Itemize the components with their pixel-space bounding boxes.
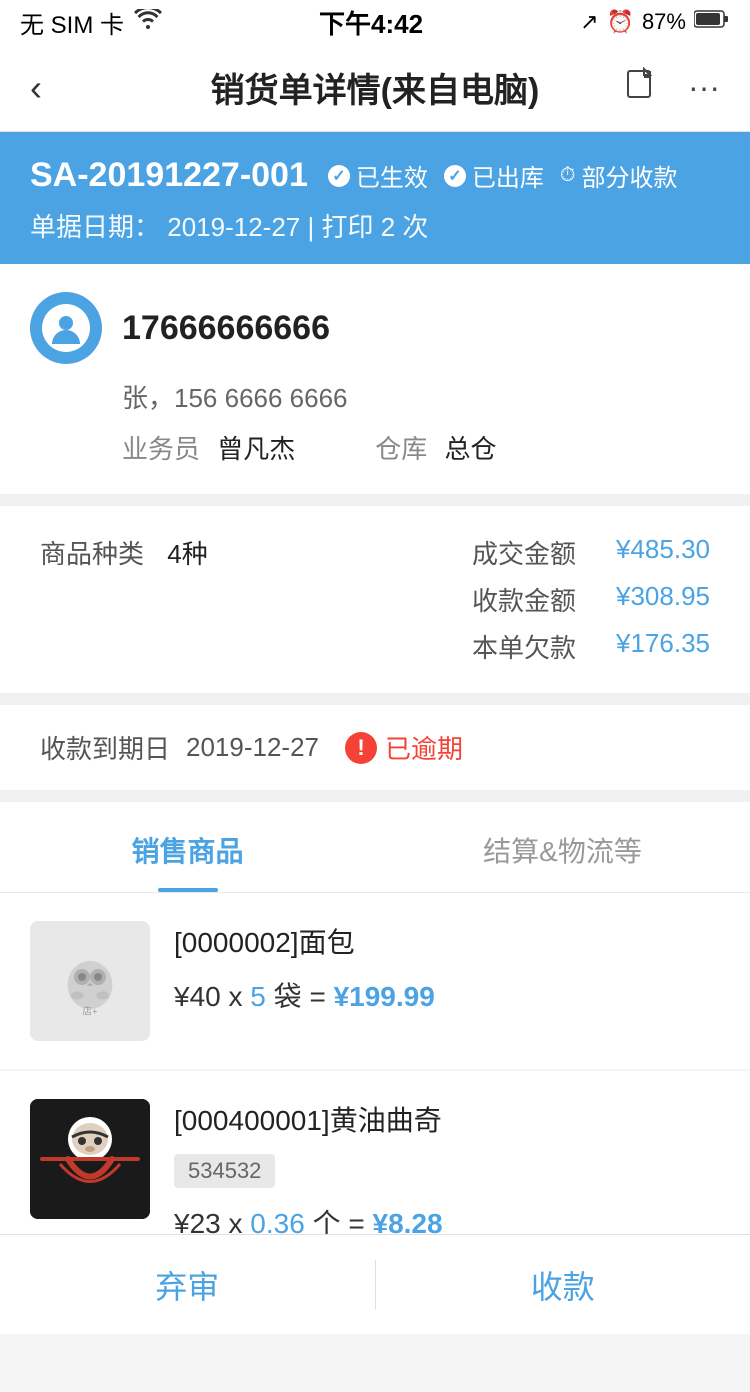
battery-icon — [694, 9, 730, 35]
tab-settlement-label: 结算&物流等 — [483, 836, 642, 867]
nav-right-actions: ··· — [624, 67, 720, 109]
back-button[interactable]: ‹ — [20, 57, 52, 119]
table-row: 店+ [0000002]面包 ¥40 x 5 袋 = ¥199.99 — [0, 893, 750, 1069]
wifi-icon — [134, 8, 162, 36]
separator: | — [307, 212, 321, 242]
avatar — [30, 292, 102, 364]
banner-row-date: 单据日期： 2019-12-27 | 打印 2 次 — [30, 207, 720, 244]
product-name-2: [000400001]黄油曲奇 — [174, 1099, 720, 1139]
overdue-badge: ! 已逾期 — [345, 729, 463, 766]
banner-row-order: SA-20191227-001 ✓ 已生效 ✓ 已出库 ⏱ 部分收款 — [30, 156, 720, 195]
product-thumbnail-1: 店+ — [30, 921, 150, 1041]
price-x-1: x — [229, 981, 251, 1012]
tab-settlement[interactable]: 结算&物流等 — [375, 802, 750, 892]
amount-summary: 成交金额 ¥485.30 收款金额 ¥308.95 本单欠款 ¥176.35 — [472, 534, 710, 665]
overdue-icon: ! — [345, 732, 377, 764]
clock-icon: ⏱ — [560, 164, 576, 187]
order-status-badges: ✓ 已生效 ✓ 已出库 ⏱ 部分收款 — [328, 158, 678, 193]
sales-rep-label: 业务员 — [122, 434, 200, 464]
warehouse-group: 仓库 总仓 — [375, 429, 496, 466]
received-row: 收款金额 ¥308.95 — [472, 581, 710, 618]
print-info: 打印 2 次 — [321, 212, 428, 242]
product-info-2: [000400001]黄油曲奇 534532 ¥23 x 0.36 个 = ¥8… — [174, 1099, 720, 1242]
battery-text: 87% — [642, 9, 686, 35]
debt-value: ¥176.35 — [616, 628, 710, 665]
check-icon-1: ✓ — [328, 165, 350, 187]
product-price-1: ¥40 x 5 袋 = ¥199.99 — [174, 975, 720, 1015]
product-badge-2: 534532 — [174, 1154, 275, 1188]
status-partial-label: 部分收款 — [582, 158, 678, 193]
status-shipped-label: 已出库 — [472, 158, 544, 193]
page-title: 销货单详情(来自电脑) — [211, 63, 540, 112]
amount-label: 成交金额 — [472, 534, 576, 571]
customer-contact: 张，156 6666 6666 — [30, 378, 720, 415]
due-date-label: 收款到期日 — [40, 729, 170, 766]
sales-rep-value: 曾凡杰 — [217, 434, 295, 464]
debt-label: 本单欠款 — [472, 628, 576, 665]
order-header-banner: SA-20191227-001 ✓ 已生效 ✓ 已出库 ⏱ 部分收款 单据日期：… — [0, 132, 750, 264]
order-number: SA-20191227-001 — [30, 156, 308, 195]
status-time: 下午4:42 — [319, 4, 423, 41]
bottom-action-bar: 弃审 收款 — [0, 1234, 750, 1334]
received-label: 收款金额 — [472, 581, 576, 618]
status-right: ↗ ⏰ 87% — [580, 9, 730, 35]
due-date-section: 收款到期日 2019-12-27 ! 已逾期 — [0, 705, 750, 802]
tab-sales-products[interactable]: 销售商品 — [0, 802, 375, 892]
check-icon-2: ✓ — [444, 165, 466, 187]
status-bar: 无 SIM 卡 下午4:42 ↗ ⏰ 87% — [0, 0, 750, 44]
share-icon[interactable] — [624, 67, 658, 109]
customer-id: 17666666666 — [122, 309, 330, 348]
svg-text:店+: 店+ — [82, 1006, 98, 1018]
product-thumbnail-2 — [30, 1099, 150, 1219]
received-value: ¥308.95 — [616, 581, 710, 618]
due-date-value: 2019-12-27 — [186, 732, 319, 763]
discard-review-button[interactable]: 弃审 — [0, 1242, 375, 1328]
price-qty-1: 5 — [250, 981, 266, 1012]
order-date: 2019-12-27 — [167, 212, 300, 242]
alarm-icon: ⏰ — [607, 9, 634, 35]
product-type-count: 4种 — [167, 539, 207, 569]
customer-section: 17666666666 张，156 6666 6666 业务员 曾凡杰 仓库 总… — [0, 264, 750, 506]
status-badge-partial: ⏱ 部分收款 — [560, 158, 678, 193]
product-info-1: [0000002]面包 ¥40 x 5 袋 = ¥199.99 — [174, 921, 720, 1015]
product-type-group: 商品种类 4种 — [40, 534, 208, 571]
price-eq-1: = — [309, 981, 333, 1012]
price-total-1: ¥199.99 — [334, 981, 435, 1012]
tabs-bar: 销售商品 结算&物流等 — [0, 802, 750, 893]
price-unit-name-1: 袋 — [274, 981, 302, 1012]
status-badge-effected: ✓ 已生效 — [328, 158, 428, 193]
user-icon — [42, 304, 90, 352]
sim-indicator: 无 SIM 卡 — [20, 5, 124, 40]
amount-row: 成交金额 ¥485.30 — [472, 534, 710, 571]
product-name-1: [0000002]面包 — [174, 921, 720, 961]
warehouse-label: 仓库 — [375, 434, 427, 464]
status-effected-label: 已生效 — [356, 158, 428, 193]
overdue-label: 已逾期 — [385, 729, 463, 766]
price-unit-1: ¥40 — [174, 981, 221, 1012]
nav-bar: ‹ 销货单详情(来自电脑) ··· — [0, 44, 750, 132]
more-icon[interactable]: ··· — [688, 69, 720, 106]
status-badge-shipped: ✓ 已出库 — [444, 158, 544, 193]
customer-meta: 业务员 曾凡杰 仓库 总仓 — [30, 429, 720, 466]
tab-sales-products-label: 销售商品 — [131, 836, 243, 867]
debt-row: 本单欠款 ¥176.35 — [472, 628, 710, 665]
summary-section: 商品种类 4种 成交金额 ¥485.30 收款金额 ¥308.95 本单欠款 ¥… — [0, 506, 750, 705]
collect-payment-button[interactable]: 收款 — [376, 1242, 750, 1328]
sales-rep-group: 业务员 曾凡杰 — [122, 429, 295, 466]
location-icon: ↗ — [580, 9, 598, 35]
product-type-label: 商品种类 — [40, 539, 144, 569]
amount-value: ¥485.30 — [616, 534, 710, 571]
warehouse-value: 总仓 — [445, 434, 497, 464]
date-label: 单据日期： — [30, 212, 160, 242]
status-left: 无 SIM 卡 — [20, 5, 162, 40]
customer-row: 17666666666 — [30, 292, 720, 364]
